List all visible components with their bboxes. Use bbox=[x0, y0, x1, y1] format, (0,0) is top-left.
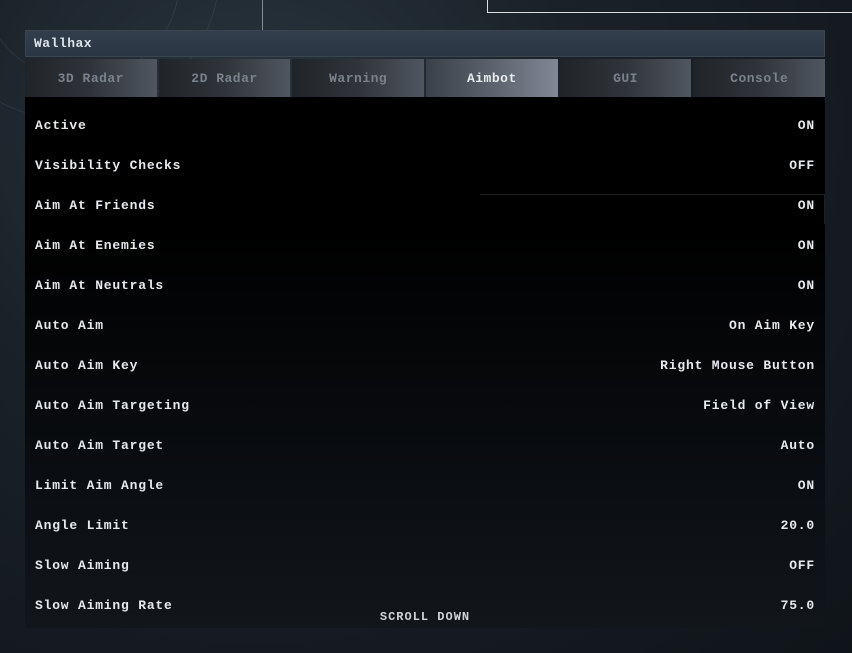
setting-row-visibility-checks[interactable]: Visibility Checks OFF bbox=[35, 145, 815, 185]
tab-label: GUI bbox=[613, 71, 638, 86]
setting-row-aim-at-neutrals[interactable]: Aim At Neutrals ON bbox=[35, 265, 815, 305]
setting-value: Right Mouse Button bbox=[660, 358, 815, 373]
setting-row-auto-aim-targeting[interactable]: Auto Aim Targeting Field of View bbox=[35, 385, 815, 425]
setting-value: OFF bbox=[789, 158, 815, 173]
window-title: Wallhax bbox=[34, 36, 92, 51]
setting-label: Auto Aim bbox=[35, 318, 104, 333]
tab-label: Aimbot bbox=[467, 71, 517, 86]
setting-value: ON bbox=[798, 238, 815, 253]
setting-value: 20.0 bbox=[781, 518, 815, 533]
tab-warning[interactable]: Warning bbox=[292, 59, 424, 97]
cheat-menu-panel: Wallhax 3D Radar 2D Radar Warning Aimbot… bbox=[25, 30, 825, 628]
setting-label: Auto Aim Key bbox=[35, 358, 138, 373]
setting-label: Visibility Checks bbox=[35, 158, 181, 173]
setting-row-angle-limit[interactable]: Angle Limit 20.0 bbox=[35, 505, 815, 545]
tab-2d-radar[interactable]: 2D Radar bbox=[159, 59, 291, 97]
setting-value: ON bbox=[798, 478, 815, 493]
setting-label: Auto Aim Targeting bbox=[35, 398, 190, 413]
tab-aimbot[interactable]: Aimbot bbox=[426, 59, 558, 97]
setting-row-aim-at-enemies[interactable]: Aim At Enemies ON bbox=[35, 225, 815, 265]
setting-value: ON bbox=[798, 278, 815, 293]
setting-row-active[interactable]: Active ON bbox=[35, 105, 815, 145]
setting-label: Slow Aiming bbox=[35, 558, 130, 573]
tab-label: 2D Radar bbox=[191, 71, 257, 86]
setting-value: Auto bbox=[781, 438, 815, 453]
tab-console[interactable]: Console bbox=[693, 59, 825, 97]
setting-label: Aim At Friends bbox=[35, 198, 155, 213]
tab-label: Warning bbox=[329, 71, 387, 86]
setting-row-slow-aiming[interactable]: Slow Aiming OFF bbox=[35, 545, 815, 585]
setting-value: ON bbox=[798, 118, 815, 133]
tab-label: Console bbox=[730, 71, 788, 86]
tab-label: 3D Radar bbox=[58, 71, 124, 86]
setting-row-limit-aim-angle[interactable]: Limit Aim Angle ON bbox=[35, 465, 815, 505]
setting-value: OFF bbox=[789, 558, 815, 573]
setting-row-auto-aim-key[interactable]: Auto Aim Key Right Mouse Button bbox=[35, 345, 815, 385]
setting-label: Aim At Neutrals bbox=[35, 278, 164, 293]
setting-label: Aim At Enemies bbox=[35, 238, 155, 253]
setting-label: Limit Aim Angle bbox=[35, 478, 164, 493]
setting-row-auto-aim-target[interactable]: Auto Aim Target Auto bbox=[35, 425, 815, 465]
setting-label: Angle Limit bbox=[35, 518, 130, 533]
settings-list: Active ON Visibility Checks OFF Aim At F… bbox=[25, 97, 825, 628]
tab-bar: 3D Radar 2D Radar Warning Aimbot GUI Con… bbox=[25, 59, 825, 97]
setting-value: ON bbox=[798, 198, 815, 213]
tab-3d-radar[interactable]: 3D Radar bbox=[25, 59, 157, 97]
window-titlebar[interactable]: Wallhax bbox=[25, 30, 825, 57]
setting-label: Auto Aim Target bbox=[35, 438, 164, 453]
setting-row-aim-at-friends[interactable]: Aim At Friends ON bbox=[35, 185, 815, 225]
scroll-down-hint[interactable]: SCROLL DOWN bbox=[25, 610, 825, 624]
setting-value: On Aim Key bbox=[729, 318, 815, 333]
setting-row-auto-aim[interactable]: Auto Aim On Aim Key bbox=[35, 305, 815, 345]
tab-gui[interactable]: GUI bbox=[560, 59, 692, 97]
setting-value: Field of View bbox=[703, 398, 815, 413]
setting-label: Active bbox=[35, 118, 87, 133]
